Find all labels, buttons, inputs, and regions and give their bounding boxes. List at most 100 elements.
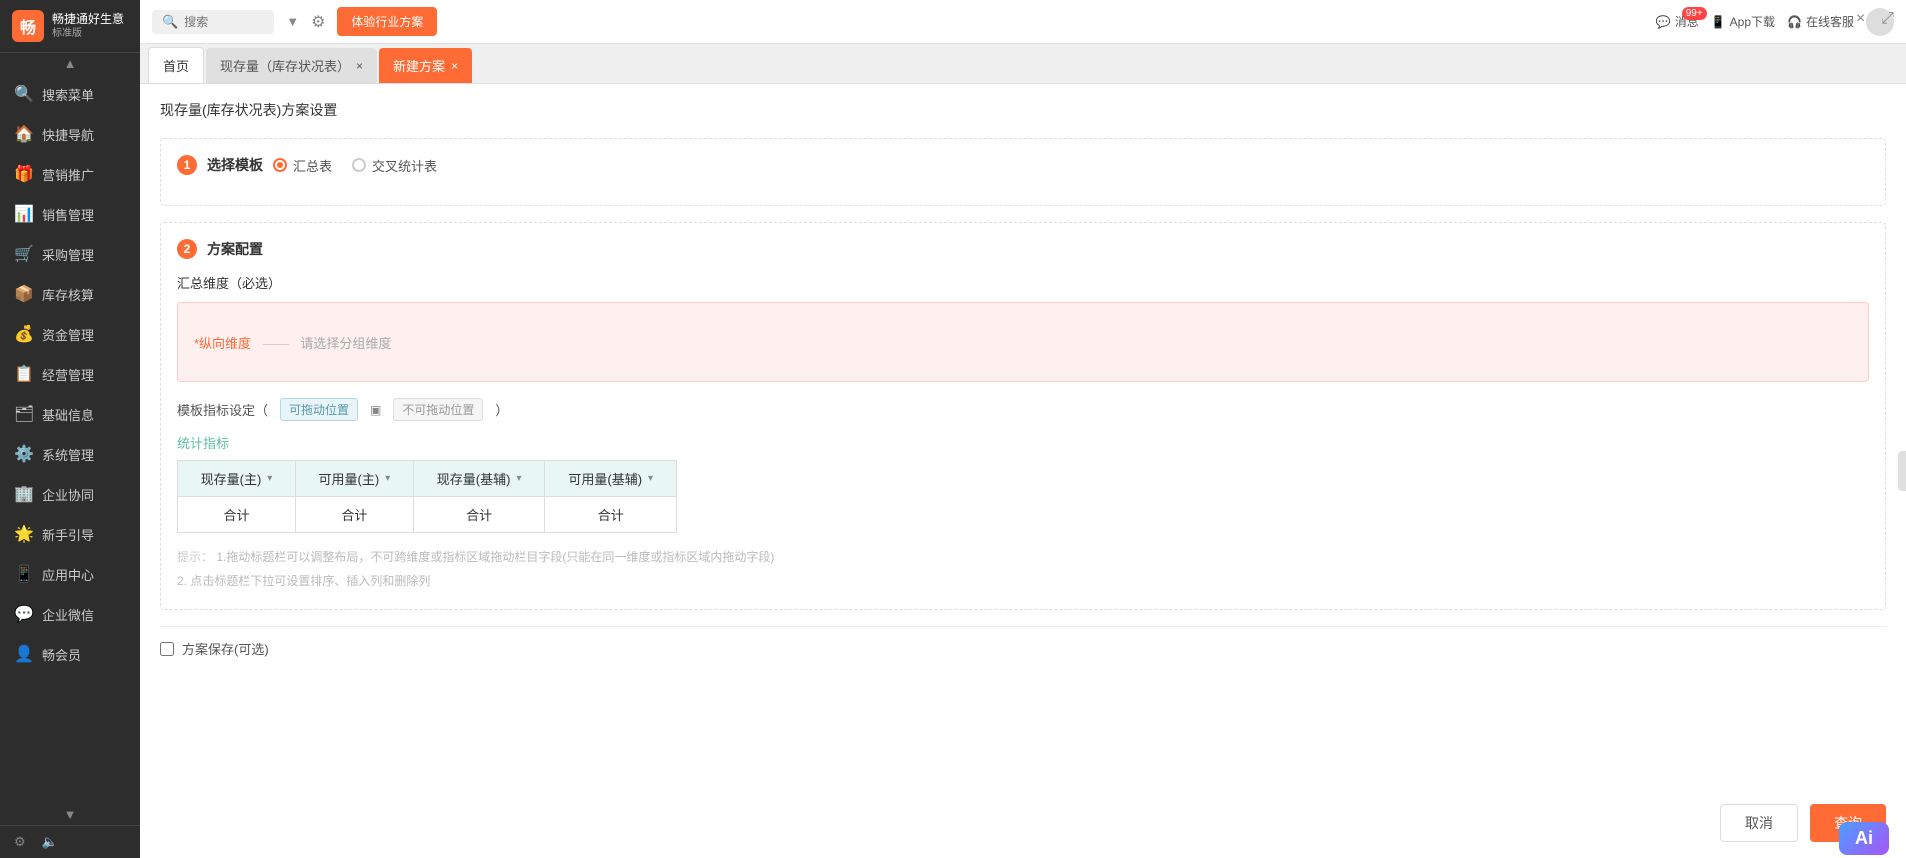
- sidebar-item-finance[interactable]: 💰 资金管理: [0, 314, 140, 354]
- radio-summary[interactable]: 汇总表: [273, 156, 332, 175]
- sidebar-item-label: 应用中心: [42, 565, 94, 584]
- gift-icon: 🎁: [14, 164, 34, 184]
- col-label-2: 现存量(基辅): [437, 469, 511, 488]
- panel-close-icon[interactable]: ×: [1852, 8, 1869, 30]
- radio-circle-summary: [273, 158, 287, 172]
- vertical-label: *纵向维度: [194, 336, 251, 351]
- money-icon: 💰: [14, 324, 34, 344]
- cell-2: 合计: [413, 497, 545, 533]
- table-row: 合计 合计 合计 合计: [178, 497, 677, 533]
- sidebar-item-operation[interactable]: 📋 经营管理: [0, 354, 140, 394]
- settings-topbar-icon[interactable]: ⚙: [311, 12, 325, 32]
- volume-icon[interactable]: 🔈: [42, 834, 58, 850]
- settings-icon[interactable]: ⚙: [14, 834, 26, 850]
- message-button[interactable]: 💬 消息 99+: [1656, 13, 1699, 30]
- sidebar-item-newbie[interactable]: 🌟 新手引导: [0, 514, 140, 554]
- sidebar-item-purchase[interactable]: 🛒 采购管理: [0, 234, 140, 274]
- sidebar-item-system[interactable]: ⚙️ 系统管理: [0, 434, 140, 474]
- stats-table: 现存量(主) ▾ 可用量(主) ▾ 现存量(基辅: [177, 460, 677, 533]
- panel-expand-icon[interactable]: ⤢: [1877, 8, 1898, 30]
- indicator-settings-row: 模板指标设定（ 可拖动位置 ▣ 不可拖动位置 ）: [177, 398, 1869, 421]
- logo-icon: 畅: [12, 10, 44, 42]
- box-icon: 📦: [14, 284, 34, 304]
- tip2: 2. 点击标题栏下拉可设置排序、插入列和删除列: [177, 574, 430, 588]
- app-download-icon: 📱: [1711, 15, 1726, 29]
- section2-title: 方案配置: [207, 239, 263, 259]
- sidebar-item-label: 快捷导航: [42, 125, 94, 144]
- search-icon: 🔍: [162, 14, 178, 30]
- main-area: 🔍 ▼ ⚙ 体验行业方案 💬 消息 99+ 📱 App下载 🎧 在线客服 首页 …: [140, 0, 1906, 858]
- cancel-button[interactable]: 取消: [1720, 804, 1798, 842]
- sidebar: 畅 畅捷通好生意 标准版 ▲ 🔍 搜索菜单 🏠 快捷导航 🎁 营销推广 📊 销售…: [0, 0, 140, 858]
- sidebar-item-label: 经营管理: [42, 365, 94, 384]
- folder-icon: 🗂: [14, 404, 34, 424]
- sidebar-item-label: 新手引导: [42, 525, 94, 544]
- headset-icon: 🎧: [1787, 15, 1802, 29]
- dimension-selector[interactable]: *纵向维度 —— 请选择分组维度: [177, 302, 1869, 382]
- sidebar-item-basic[interactable]: 🗂 基础信息: [0, 394, 140, 434]
- sidebar-item-search[interactable]: 🔍 搜索菜单: [0, 74, 140, 114]
- col-header-2[interactable]: 现存量(基辅) ▾: [413, 461, 545, 497]
- sidebar-item-quick-nav[interactable]: 🏠 快捷导航: [0, 114, 140, 154]
- sidebar-item-enterprise[interactable]: 🏢 企业协同: [0, 474, 140, 514]
- close-new-scheme-tab-icon[interactable]: ×: [451, 59, 458, 73]
- sidebar-item-label: 企业微信: [42, 605, 94, 624]
- sidebar-item-label: 基础信息: [42, 405, 94, 424]
- section1-title: 选择模板: [207, 155, 263, 175]
- col-header-0[interactable]: 现存量(主) ▾: [178, 461, 296, 497]
- chevron-down-icon-3[interactable]: ▾: [648, 473, 653, 484]
- chart-icon: 📊: [14, 204, 34, 224]
- chevron-down-icon-2[interactable]: ▾: [516, 473, 521, 484]
- ai-badge[interactable]: Ai: [1839, 822, 1889, 855]
- online-service-button[interactable]: 🎧 在线客服: [1787, 13, 1854, 30]
- close-inventory-tab-icon[interactable]: ×: [356, 59, 363, 73]
- clipboard-icon: 📋: [14, 364, 34, 384]
- new-scheme-tab-label: 新建方案: [393, 56, 445, 75]
- scroll-down-arrow[interactable]: ▼: [0, 804, 140, 825]
- separator: ——: [263, 336, 289, 351]
- section1-header: 1 选择模板 汇总表 交叉统计表: [177, 155, 1869, 175]
- sidebar-nav: 🔍 搜索菜单 🏠 快捷导航 🎁 营销推广 📊 销售管理 🛒 采购管理 📦 库存核…: [0, 74, 140, 804]
- sidebar-item-label: 营销推广: [42, 165, 94, 184]
- radio-label-cross: 交叉统计表: [372, 156, 437, 175]
- section-template: 1 选择模板 汇总表 交叉统计表: [160, 138, 1886, 206]
- tab-inventory[interactable]: 现存量（库存状况表） ×: [206, 48, 377, 83]
- sidebar-item-label: 资金管理: [42, 325, 94, 344]
- search-icon: 🔍: [14, 84, 34, 104]
- sidebar-item-apps[interactable]: 📱 应用中心: [0, 554, 140, 594]
- app-name: 畅捷通好生意: [52, 11, 124, 28]
- col-header-1[interactable]: 可用量(主) ▾: [295, 461, 413, 497]
- sidebar-item-inventory[interactable]: 📦 库存核算: [0, 274, 140, 314]
- dropdown-arrow-icon[interactable]: ▼: [286, 14, 299, 29]
- stats-label: 统计指标: [177, 433, 1869, 452]
- industry-scheme-button[interactable]: 体验行业方案: [337, 7, 437, 36]
- sidebar-bottom: ⚙ 🔈: [0, 825, 140, 858]
- logo-text: 畅捷通好生意 标准版: [52, 11, 124, 42]
- search-input[interactable]: [184, 15, 264, 29]
- radio-cross[interactable]: 交叉统计表: [352, 156, 437, 175]
- building-icon: 🏢: [14, 484, 34, 504]
- cell-0: 合计: [178, 497, 296, 533]
- chevron-down-icon-1[interactable]: ▾: [385, 473, 390, 484]
- topbar: 🔍 ▼ ⚙ 体验行业方案 💬 消息 99+ 📱 App下载 🎧 在线客服: [140, 0, 1906, 44]
- page-title: 现存量(库存状况表)方案设置: [160, 100, 1886, 120]
- tab-new-scheme[interactable]: 新建方案 ×: [379, 48, 472, 83]
- sidebar-item-member[interactable]: 👤 畅会员: [0, 634, 140, 674]
- col-header-3[interactable]: 可用量(基辅) ▾: [545, 461, 677, 497]
- search-box[interactable]: 🔍: [152, 10, 274, 34]
- scroll-up-arrow[interactable]: ▲: [0, 53, 140, 74]
- dimension-placeholder: 请选择分组维度: [300, 336, 391, 351]
- sidebar-item-sales[interactable]: 📊 销售管理: [0, 194, 140, 234]
- resize-handle[interactable]: [1898, 451, 1906, 491]
- sidebar-item-marketing[interactable]: 🎁 营销推广: [0, 154, 140, 194]
- save-checkbox[interactable]: [160, 642, 174, 656]
- tab-home[interactable]: 首页: [148, 47, 204, 83]
- app-download-button[interactable]: 📱 App下载: [1711, 13, 1775, 30]
- sidebar-item-wechat[interactable]: 💬 企业微信: [0, 594, 140, 634]
- chevron-down-icon-0[interactable]: ▾: [267, 473, 272, 484]
- tabs-bar: 首页 现存量（库存状况表） × 新建方案 × × ⤢: [140, 44, 1906, 84]
- phone-icon: 📱: [14, 564, 34, 584]
- radio-circle-cross: [352, 158, 366, 172]
- section2-num: 2: [177, 239, 197, 259]
- star-icon: 🌟: [14, 524, 34, 544]
